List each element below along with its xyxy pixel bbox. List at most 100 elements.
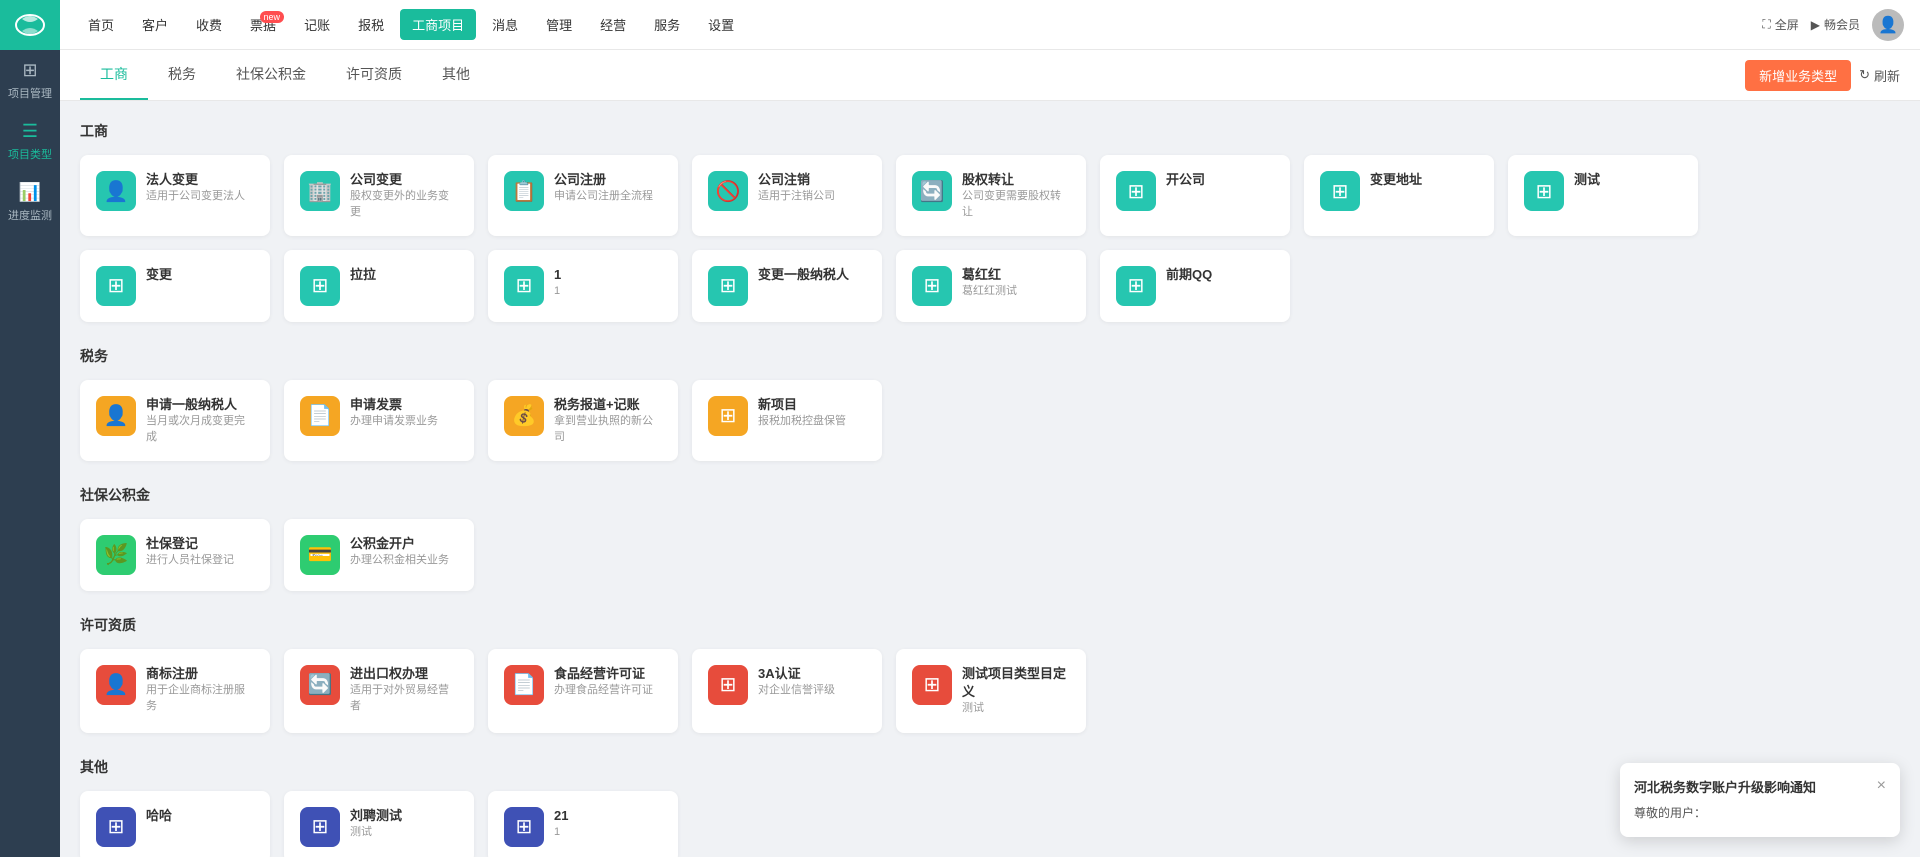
sidebar-item-project-manage[interactable]: ⊞ 项目管理 (0, 50, 60, 111)
sidebar-item-label: 项目管理 (8, 85, 52, 101)
notification-close-button[interactable]: × (1877, 777, 1886, 795)
nav-item-billing[interactable]: 收费 (184, 9, 234, 40)
nav-item-accounting[interactable]: 记账 (292, 9, 342, 40)
nav-item-customer[interactable]: 客户 (130, 9, 180, 40)
card-new-project[interactable]: ⊞新项目报税加税控盘保管 (692, 380, 882, 461)
card-change-address[interactable]: ⊞变更地址 (1304, 155, 1494, 236)
card-trademark[interactable]: 👤商标注册用于企业商标注册服务 (80, 649, 270, 733)
nav-item-ticket[interactable]: 票据 new (238, 9, 288, 40)
card-title-new-project: 新项目 (758, 396, 866, 414)
card-social-register[interactable]: 🌿社保登记进行人员社保登记 (80, 519, 270, 591)
card-company-cancel[interactable]: 🚫 公司注销适用于注销公司 (692, 155, 882, 236)
tab-tax[interactable]: 税务 (148, 50, 216, 100)
card-desc-apply-invoice: 办理申请发票业务 (350, 414, 458, 429)
card-title-guhonghong: 葛红红 (962, 266, 1070, 284)
card-title-provident-fund: 公积金开户 (350, 535, 458, 553)
nav-item-industry[interactable]: 工商项目 (400, 9, 476, 40)
card-one[interactable]: ⊞11 (488, 250, 678, 322)
sidebar-item-project-type[interactable]: ☰ 项目类型 (0, 111, 60, 172)
card-icon-apply-invoice: 📄 (300, 396, 340, 436)
card-title-change-address: 变更地址 (1370, 171, 1478, 189)
card-early-qq[interactable]: ⊞前期QQ (1100, 250, 1290, 322)
cards-grid-social-fund: 🌿社保登记进行人员社保登记💳公积金开户办理公积金相关业务 (80, 519, 1900, 591)
user-avatar[interactable]: 👤 (1872, 9, 1904, 41)
tab-other[interactable]: 其他 (422, 50, 490, 100)
card-icon-provident-fund: 💳 (300, 535, 340, 575)
nav-item-message[interactable]: 消息 (480, 9, 530, 40)
card-desc-company-change: 股权变更外的业务变更 (350, 189, 458, 220)
tab-license[interactable]: 许可资质 (326, 50, 422, 100)
card-icon-company-cancel: 🚫 (708, 171, 748, 211)
card-title-company-register: 公司注册 (554, 171, 662, 189)
fullscreen-label: 全屏 (1775, 16, 1799, 33)
card-icon-3a-cert: ⊞ (708, 665, 748, 705)
fullscreen-button[interactable]: ⛶ 全屏 (1762, 16, 1798, 33)
card-title-company-change: 公司变更 (350, 171, 458, 189)
card-desc-company-cancel: 适用于注销公司 (758, 189, 866, 204)
card-test-type[interactable]: ⊞测试项目类型目定义测试 (896, 649, 1086, 733)
nav-item-tax[interactable]: 报税 (346, 9, 396, 40)
nav-items: 首页 客户 收费 票据 new 记账 报税 工商项目 消息 管理 经营 服务 设… (76, 9, 1762, 40)
card-desc-twenty-one: 1 (554, 825, 662, 840)
card-apply-invoice[interactable]: 📄申请发票办理申请发票业务 (284, 380, 474, 461)
notification-header: 河北税务数字账户升级影响通知 × (1634, 777, 1886, 796)
card-icon-food-license: 📄 (504, 665, 544, 705)
main-area: 首页 客户 收费 票据 new 记账 报税 工商项目 消息 管理 经营 服务 设… (60, 0, 1920, 857)
card-title-test1: 测试 (1574, 171, 1682, 189)
card-haha[interactable]: ⊞哈哈 (80, 791, 270, 857)
card-desc-tax-report-accounting: 拿到营业执照的新公司 (554, 414, 662, 445)
card-liu-pei-test[interactable]: ⊞刘聘测试测试 (284, 791, 474, 857)
card-title-company-cancel: 公司注销 (758, 171, 866, 189)
card-company-change[interactable]: 🏢公司变更股权变更外的业务变更 (284, 155, 474, 236)
notification-title: 河北税务数字账户升级影响通知 (1634, 777, 1816, 796)
refresh-icon: ↻ (1859, 67, 1870, 83)
section-title-industry: 工商 (80, 121, 1900, 141)
section-title-tax: 税务 (80, 346, 1900, 366)
topnav-right: ⛶ 全屏 ▶ 畅会员 👤 (1762, 9, 1904, 41)
card-open-company[interactable]: ⊞开公司 (1100, 155, 1290, 236)
nav-item-service[interactable]: 服务 (642, 9, 692, 40)
card-food-license[interactable]: 📄食品经营许可证办理食品经营许可证 (488, 649, 678, 733)
card-icon-one: ⊞ (504, 266, 544, 306)
tab-social-fund[interactable]: 社保公积金 (216, 50, 326, 100)
card-equity-transfer[interactable]: 🔄股权转让公司变更需要股权转让 (896, 155, 1086, 236)
card-icon-change-general: ⊞ (708, 266, 748, 306)
card-change-general[interactable]: ⊞变更一般纳税人 (692, 250, 882, 322)
card-icon-haha: ⊞ (96, 807, 136, 847)
card-desc-3a-cert: 对企业信誉评级 (758, 683, 866, 698)
card-twenty-one[interactable]: ⊞211 (488, 791, 678, 857)
nav-item-manage[interactable]: 管理 (534, 9, 584, 40)
card-guhonghong[interactable]: ⊞葛红红葛红红测试 (896, 250, 1086, 322)
member-button[interactable]: ▶ 畅会员 (1811, 16, 1860, 33)
nav-item-settings[interactable]: 设置 (696, 9, 746, 40)
sidebar-item-label: 项目类型 (8, 146, 52, 162)
card-legal-change[interactable]: 👤法人变更适用于公司变更法人 (80, 155, 270, 236)
card-lala[interactable]: ⊞ 拉拉 (284, 250, 474, 322)
card-desc-new-project: 报税加税控盘保管 (758, 414, 866, 429)
card-tax-report-accounting[interactable]: 💰税务报道+记账拿到营业执照的新公司 (488, 380, 678, 461)
nav-item-home[interactable]: 首页 (76, 9, 126, 40)
card-icon-apply-general-taxpayer: 👤 (96, 396, 136, 436)
card-provident-fund[interactable]: 💳公积金开户办理公积金相关业务 (284, 519, 474, 591)
card-apply-general-taxpayer[interactable]: 👤申请一般纳税人当月或次月成变更完成 (80, 380, 270, 461)
card-title-apply-general-taxpayer: 申请一般纳税人 (146, 396, 254, 414)
card-test1[interactable]: ⊞测试 (1508, 155, 1698, 236)
card-3a-cert[interactable]: ⊞3A认证对企业信誉评级 (692, 649, 882, 733)
card-title-social-register: 社保登记 (146, 535, 254, 553)
notification-body: 尊敬的用户： (1634, 804, 1886, 823)
nav-item-operation[interactable]: 经营 (588, 9, 638, 40)
card-change1[interactable]: ⊞变更 (80, 250, 270, 322)
refresh-button[interactable]: ↻ 刷新 (1859, 66, 1900, 85)
card-icon-change1: ⊞ (96, 266, 136, 306)
card-icon-lala: ⊞ (300, 266, 340, 306)
card-company-register[interactable]: 📋公司注册申请公司注册全流程 (488, 155, 678, 236)
card-title-lala: 拉拉 (350, 266, 458, 284)
card-import-export[interactable]: 🔄进出口权办理适用于对外贸易经营者 (284, 649, 474, 733)
member-label: 畅会员 (1824, 16, 1860, 33)
card-title-one: 1 (554, 266, 662, 284)
card-desc-company-register: 申请公司注册全流程 (554, 189, 662, 204)
sidebar-item-progress-monitor[interactable]: 📊 进度监测 (0, 172, 60, 233)
new-type-button[interactable]: 新增业务类型 (1745, 60, 1851, 91)
cards-grid-tax: 👤申请一般纳税人当月或次月成变更完成📄申请发票办理申请发票业务💰税务报道+记账拿… (80, 380, 1900, 461)
tab-industry[interactable]: 工商 (80, 50, 148, 100)
